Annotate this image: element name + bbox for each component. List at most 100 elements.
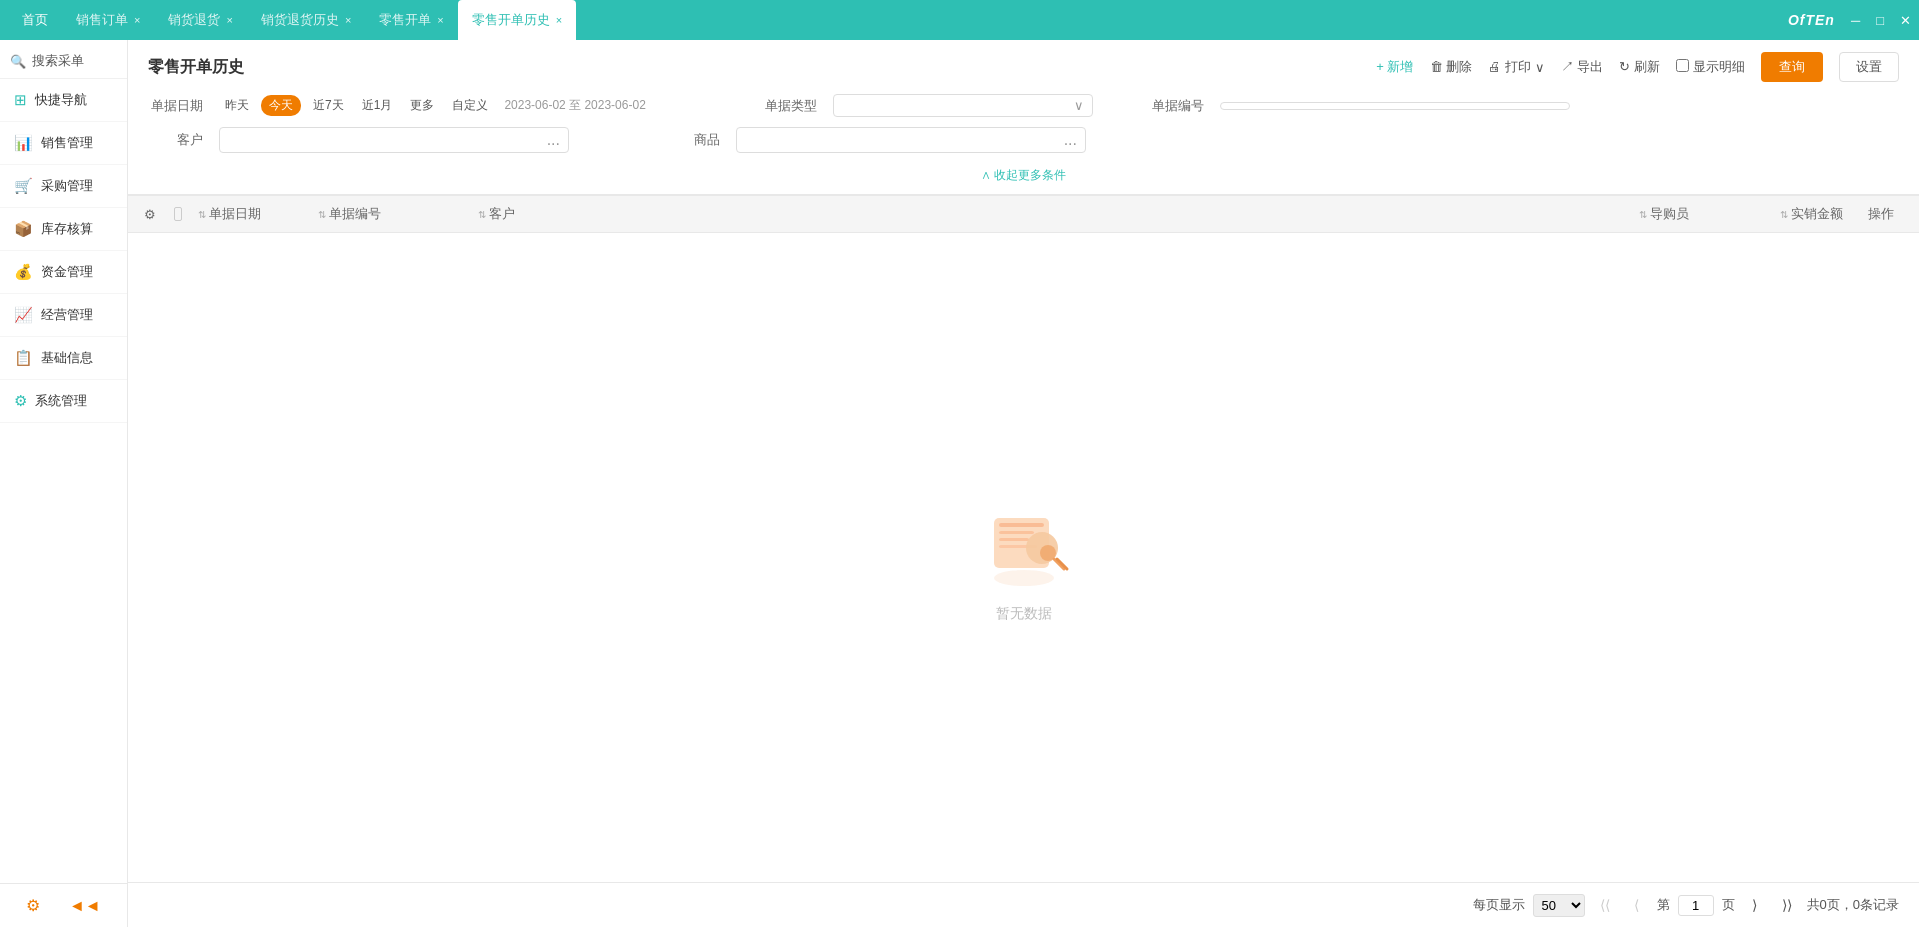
- current-page-input[interactable]: [1678, 895, 1714, 916]
- sidebar-item-system[interactable]: ⚙ 系统管理: [0, 380, 127, 423]
- table-header: ⚙ ⇅ 单据日期 ⇅ 单据编号 ⇅ 客户 ⇅ 导购员: [128, 195, 1919, 233]
- sidebar-label-inventory: 库存核算: [41, 220, 93, 238]
- maximize-btn[interactable]: □: [1876, 13, 1884, 28]
- sidebar-item-inventory[interactable]: 📦 库存核算: [0, 208, 127, 251]
- tab-close-sales-return[interactable]: ×: [226, 14, 232, 26]
- th-guide[interactable]: ⇅ 导购员: [1631, 205, 1731, 223]
- sidebar-settings-icon[interactable]: ⚙: [26, 896, 40, 915]
- sidebar-icon-inventory: 📦: [14, 220, 33, 238]
- add-button[interactable]: + 新增: [1376, 58, 1413, 76]
- sidebar-label-purchase-mgmt: 采购管理: [41, 177, 93, 195]
- sidebar-search[interactable]: 🔍 搜索采单: [0, 40, 127, 79]
- prev-page-btn[interactable]: ⟨: [1625, 893, 1649, 917]
- delete-button[interactable]: 🗑 删除: [1430, 58, 1473, 76]
- tab-close-sales-order[interactable]: ×: [134, 14, 140, 26]
- per-page-select[interactable]: 50 10 20 100: [1533, 894, 1585, 917]
- tab-sales-return[interactable]: 销货退货×: [154, 0, 246, 40]
- sidebar-icon-finance: 💰: [14, 263, 33, 281]
- per-page-label: 每页显示: [1473, 896, 1525, 914]
- sidebar-label-system: 系统管理: [35, 392, 87, 410]
- sidebar-item-purchase-mgmt[interactable]: 🛒 采购管理: [0, 165, 127, 208]
- minimize-btn[interactable]: ─: [1851, 13, 1860, 28]
- table-area: ⚙ ⇅ 单据日期 ⇅ 单据编号 ⇅ 客户 ⇅ 导购员: [128, 195, 1919, 882]
- th-sn[interactable]: ⇅ 单据编号: [310, 205, 470, 223]
- tab-sales-order[interactable]: 销售订单×: [62, 0, 154, 40]
- sort-icon-customer: ⇅: [478, 209, 486, 220]
- sidebar-item-quick-nav[interactable]: ⊞快捷导航: [0, 79, 127, 122]
- bill-no-input[interactable]: [1220, 102, 1570, 110]
- sort-icon-guide: ⇅: [1639, 209, 1647, 220]
- tab-retail-open-history[interactable]: 零售开单历史×: [458, 0, 576, 40]
- svg-rect-4: [999, 538, 1029, 541]
- pagination: 每页显示 50 10 20 100 ⟨⟨ ⟨ 第 页 ⟩ ⟩⟩ 共0页，0条记录: [128, 882, 1919, 927]
- export-button[interactable]: ↗ 导出: [1561, 58, 1604, 76]
- tab-close-retail-open-history[interactable]: ×: [556, 14, 562, 26]
- th-amount[interactable]: ⇅ 实销金额: [1731, 205, 1851, 223]
- svg-rect-2: [999, 523, 1044, 527]
- date-opt-today[interactable]: 今天: [261, 95, 301, 116]
- sidebar-icon-purchase-mgmt: 🛒: [14, 177, 33, 195]
- th-sn-label: 单据编号: [329, 205, 381, 223]
- close-btn[interactable]: ✕: [1900, 13, 1911, 28]
- page-label: 页: [1722, 896, 1735, 914]
- th-action: 操作: [1851, 205, 1911, 223]
- tab-sales-return-history[interactable]: 销货退货历史×: [247, 0, 365, 40]
- next-page-btn[interactable]: ⟩: [1743, 893, 1767, 917]
- collapse-bar[interactable]: ∧ 收起更多条件: [148, 163, 1899, 194]
- sidebar-icon-system: ⚙: [14, 392, 27, 410]
- date-label: 单据日期: [148, 97, 203, 115]
- th-setting[interactable]: ⚙: [136, 207, 166, 222]
- sidebar-label-sales-mgmt: 销售管理: [41, 134, 93, 152]
- sort-icon-date: ⇅: [198, 209, 206, 220]
- sidebar-icon-basic-info: 📋: [14, 349, 33, 367]
- tab-home[interactable]: 首页: [8, 0, 62, 40]
- sidebar-item-sales-mgmt[interactable]: 📊销售管理: [0, 122, 127, 165]
- first-page-btn[interactable]: ⟨⟨: [1593, 893, 1617, 917]
- th-date[interactable]: ⇅ 单据日期: [190, 205, 310, 223]
- tab-close-retail-open[interactable]: ×: [437, 14, 443, 26]
- header-checkbox[interactable]: [174, 207, 182, 221]
- tab-close-sales-return-history[interactable]: ×: [345, 14, 351, 26]
- date-opt-custom[interactable]: 自定义: [446, 95, 494, 116]
- last-page-btn[interactable]: ⟩⟩: [1775, 893, 1799, 917]
- date-opt-1month[interactable]: 近1月: [356, 95, 399, 116]
- sidebar-item-basic-info[interactable]: 📋基础信息: [0, 337, 127, 380]
- bill-no-label: 单据编号: [1149, 97, 1204, 115]
- display-detail-label: 显示明细: [1693, 58, 1745, 76]
- query-button[interactable]: 查询: [1761, 52, 1823, 82]
- tab-retail-open[interactable]: 零售开单×: [365, 0, 457, 40]
- print-button[interactable]: 🖨 打印 ∨: [1488, 58, 1545, 76]
- customer-label: 客户: [148, 131, 203, 149]
- date-opt-yesterday[interactable]: 昨天: [219, 95, 255, 116]
- search-icon: 🔍: [10, 54, 26, 69]
- sidebar-collapse-icon[interactable]: ◄◄: [69, 897, 101, 915]
- th-checkbox[interactable]: [166, 207, 190, 221]
- customer-input[interactable]: ...: [219, 127, 569, 153]
- refresh-button[interactable]: ↻ 刷新: [1619, 58, 1660, 76]
- total-text: 共0页，0条记录: [1807, 896, 1899, 914]
- sidebar-search-label: 搜索采单: [32, 52, 84, 70]
- brand-text: OfTEn: [1788, 12, 1835, 28]
- content-area: 零售开单历史 + 新增 🗑 删除 🖨 打印 ∨ ↗ 导出 ↻ 刷新 显示明细 查…: [128, 40, 1919, 927]
- page-word: 第: [1657, 896, 1670, 914]
- goods-label: 商品: [665, 131, 720, 149]
- sidebar-icon-business: 📈: [14, 306, 33, 324]
- sidebar-item-finance[interactable]: 💰 资金管理: [0, 251, 127, 294]
- goods-expand-icon[interactable]: ...: [1064, 131, 1077, 149]
- empty-state: 暂无数据: [128, 233, 1919, 882]
- date-opt-more[interactable]: 更多: [404, 95, 440, 116]
- sidebar-item-business[interactable]: 📈经营管理: [0, 294, 127, 337]
- display-detail-checkbox[interactable]: [1676, 59, 1689, 75]
- sidebar-label-finance: 资金管理: [41, 263, 93, 281]
- setting-button[interactable]: 设置: [1839, 52, 1899, 82]
- filter-row-2: 客户 ... 商品 ...: [148, 127, 1899, 153]
- sort-icon-amount: ⇅: [1780, 209, 1788, 220]
- display-detail-toggle[interactable]: 显示明细: [1676, 58, 1745, 76]
- th-date-label: 单据日期: [209, 205, 261, 223]
- bill-type-select[interactable]: ∨: [833, 94, 1093, 117]
- goods-input[interactable]: ...: [736, 127, 1086, 153]
- filter-area: 单据日期 昨天 今天 近7天 近1月 更多 自定义 2023-06-02 至 2…: [148, 94, 1899, 194]
- date-opt-7days[interactable]: 近7天: [307, 95, 350, 116]
- th-customer[interactable]: ⇅ 客户: [470, 205, 1631, 223]
- customer-expand-icon[interactable]: ...: [547, 131, 560, 149]
